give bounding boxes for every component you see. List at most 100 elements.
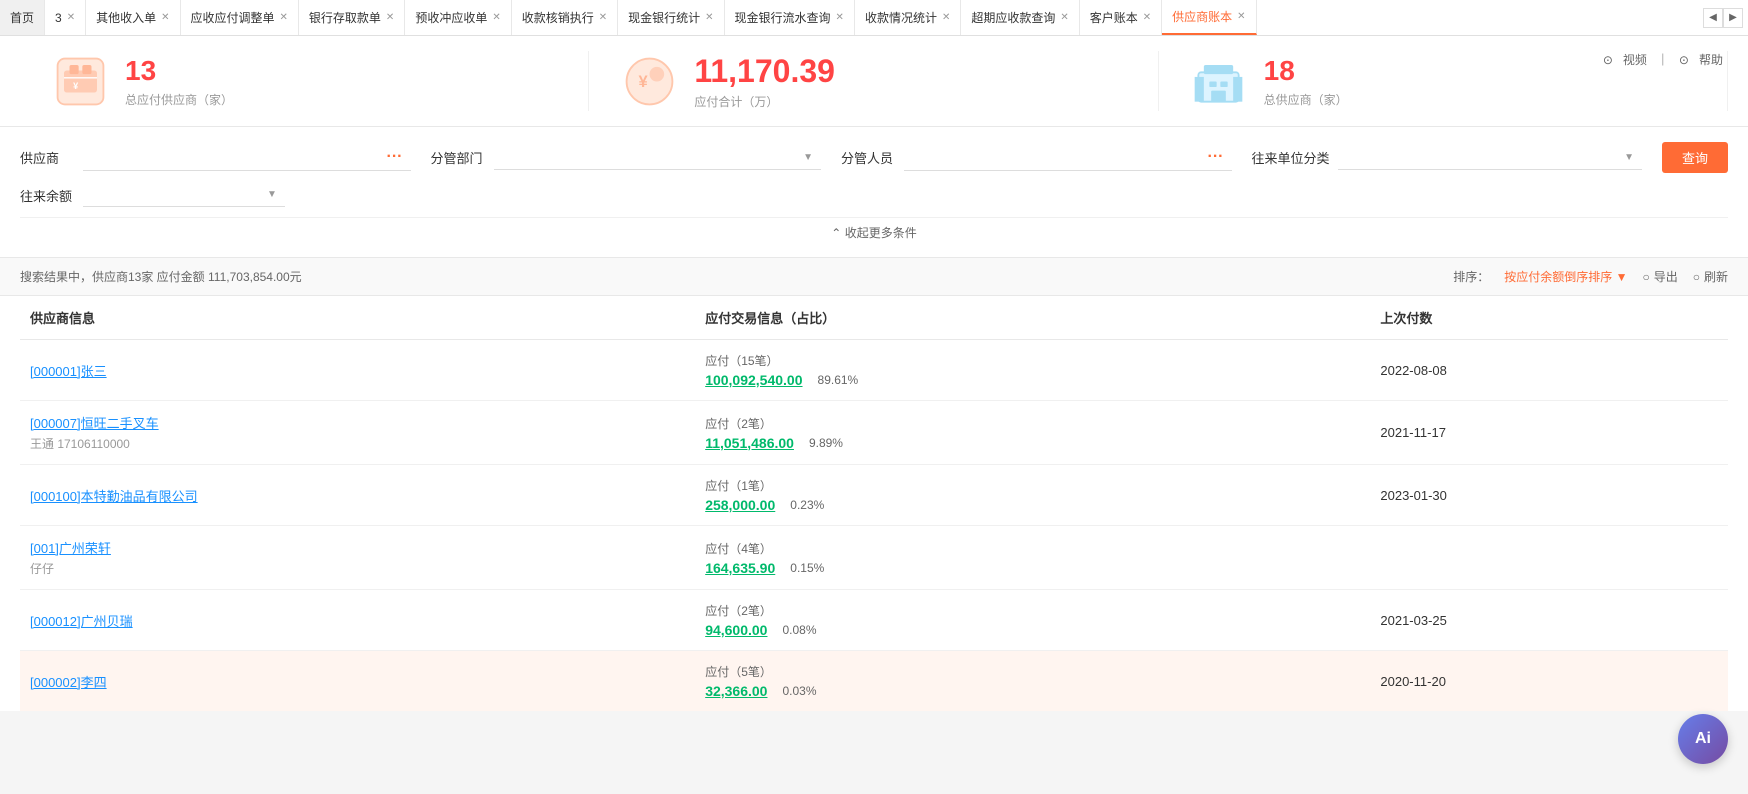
supplier-cell-1: [000007]恒旺二手叉车 王通 17106110000 [30,413,705,452]
trans-percent-5: 0.03% [782,684,816,698]
close-icon[interactable]: ✕ [386,12,394,23]
trans-amount-0[interactable]: 100,092,540.00 [705,372,802,388]
nav-item-3[interactable]: 3 ✕ [45,0,86,35]
last-payment-cell-5: 2020-11-20 [1380,674,1718,689]
video-link[interactable]: 视频 [1623,51,1647,68]
trans-row-0: 100,092,540.00 89.61% [705,372,1380,388]
payable-total-icon: ¥ [619,51,679,111]
nav-item-ar-ap-adjust[interactable]: 应收应付调整单 ✕ [181,0,299,35]
table-row: [001]广州荣轩 仔仔 应付（4笔） 164,635.90 0.15% [20,526,1728,590]
stat-suppliers-info: 18 总供应商（家） [1264,54,1348,108]
balance-select-wrapper[interactable]: ▼ [83,183,285,207]
close-icon[interactable]: ✕ [1060,12,1068,23]
close-icon[interactable]: ✕ [599,12,607,23]
person-dots[interactable]: ··· [1208,148,1224,166]
sort-area: 排序： 按应付余额倒序排序 ▼ ○ 导出 ○ 刷新 [1453,268,1728,285]
nav-item-bank-deposit[interactable]: 银行存取款单 ✕ [299,0,405,35]
nav-next-btn[interactable]: ▶ [1723,8,1743,28]
help-link[interactable]: 帮助 [1699,51,1723,68]
nav-item-cash-flow-query[interactable]: 现金银行流水查询 ✕ [725,0,855,35]
nav-label-3: 3 [55,11,62,25]
trans-row-2: 258,000.00 0.23% [705,497,1380,513]
separator: ｜ [1657,51,1669,68]
nav-item-collection-verify[interactable]: 收款核销执行 ✕ [512,0,618,35]
table-header: 供应商信息 应付交易信息（占比） 上次付数 [20,296,1728,340]
stat-payable-suppliers: ¥ 13 总应付供应商（家） [20,51,589,111]
nav-item-overdue-query[interactable]: 超期应收款查询 ✕ [961,0,1079,35]
ai-button[interactable]: Ai [1678,714,1728,764]
nav-item-customer-ledger[interactable]: 客户账本 ✕ [1080,0,1162,35]
export-icon: ○ [1642,270,1649,284]
person-input[interactable] [912,150,1208,165]
supplier-name-0[interactable]: [000001]张三 [30,361,705,380]
nav-label-ar-ap-adjust: 应收应付调整单 [191,9,275,26]
payable-suppliers-icon: ¥ [50,51,110,111]
trans-amount-1[interactable]: 11,051,486.00 [705,435,794,451]
category-select-wrapper[interactable]: ▼ [1338,146,1642,170]
collapse-btn[interactable]: ⌃ 收起更多条件 [20,217,1728,247]
close-icon[interactable]: ✕ [1143,12,1151,23]
supplier-input[interactable] [91,150,387,165]
last-payment-cell-0: 2022-08-08 [1380,363,1718,378]
trans-amount-4[interactable]: 94,600.00 [705,622,767,638]
supplier-name-1[interactable]: [000007]恒旺二手叉车 [30,413,705,432]
trans-percent-0: 89.61% [818,373,859,387]
last-payment-0: 2022-08-08 [1380,363,1447,378]
nav-label-prepay-offset: 预收冲应收单 [415,9,487,26]
nav-label-collection-verify: 收款核销执行 [522,9,594,26]
trans-row-3: 164,635.90 0.15% [705,560,1380,576]
nav-item-cash-bank-stats[interactable]: 现金银行统计 ✕ [618,0,724,35]
close-icon[interactable]: ✕ [280,12,288,23]
person-label: 分管人员 [841,148,896,167]
total-suppliers-icon [1189,51,1249,111]
filter-row-1: 供应商 ··· 分管部门 ▼ 分管人员 ··· [20,142,1728,173]
filter-section: 供应商 ··· 分管部门 ▼ 分管人员 ··· [0,127,1748,258]
supplier-name-4[interactable]: [000012]广州贝瑞 [30,611,705,630]
supplier-name-2[interactable]: [000100]本特勤油品有限公司 [30,486,705,505]
query-button[interactable]: 查询 [1662,142,1728,173]
dept-input[interactable] [502,150,804,165]
supplier-sub-3: 仔仔 [30,560,705,577]
trans-amount-2[interactable]: 258,000.00 [705,497,775,513]
dept-label: 分管部门 [431,148,486,167]
nav-item-prepay-offset[interactable]: 预收冲应收单 ✕ [405,0,511,35]
supplier-cell-0: [000001]张三 [30,361,705,380]
close-icon[interactable]: ✕ [942,12,950,23]
close-icon[interactable]: ✕ [161,12,169,23]
last-payment-5: 2020-11-20 [1380,674,1446,689]
trans-label-4: 应付（2笔） [705,602,1380,619]
nav-prev-btn[interactable]: ◀ [1703,8,1723,28]
sort-value[interactable]: 按应付余额倒序排序 ▼ [1504,268,1627,285]
refresh-button[interactable]: ○ 刷新 [1693,268,1728,285]
supplier-name-5[interactable]: [000002]李四 [30,672,705,691]
supplier-dots[interactable]: ··· [387,148,403,166]
balance-input[interactable] [91,187,267,202]
nav-item-home[interactable]: 首页 [0,0,45,35]
supplier-name-3[interactable]: [001]广州荣轩 [30,538,705,557]
trans-amount-3[interactable]: 164,635.90 [705,560,775,576]
results-summary: 搜索结果中，供应商13家 应付金额 111,703,854.00元 [20,268,302,285]
trans-label-3: 应付（4笔） [705,540,1380,557]
nav-arrows: ◀ ▶ [1698,8,1748,28]
close-icon[interactable]: ✕ [836,12,844,23]
stat-total-info: 11,170.39 应付合计（万） [694,52,835,110]
filter-supplier: 供应商 ··· [20,144,411,171]
dept-select-wrapper[interactable]: ▼ [494,146,822,170]
close-icon[interactable]: ✕ [67,12,75,23]
balance-label: 往来余额 [20,186,75,205]
trans-percent-2: 0.23% [790,498,824,512]
category-input[interactable] [1346,150,1625,165]
close-icon[interactable]: ✕ [705,12,713,23]
trans-amount-5[interactable]: 32,366.00 [705,683,767,699]
collapse-up-icon: ⌃ [831,226,841,240]
nav-item-other-income[interactable]: 其他收入单 ✕ [86,0,180,35]
balance-dropdown-arrow: ▼ [267,189,277,200]
nav-item-supplier-ledger[interactable]: 供应商账本 ✕ [1162,0,1256,35]
transaction-cell-0: 应付（15笔） 100,092,540.00 89.61% [705,352,1380,388]
stat-payable-total: ¥ 11,170.39 应付合计（万） [589,51,1158,111]
table-row: [000002]李四 应付（5笔） 32,366.00 0.03% 2020-1… [20,651,1728,711]
close-icon[interactable]: ✕ [1237,11,1245,22]
close-icon[interactable]: ✕ [492,12,500,23]
nav-item-collection-stats[interactable]: 收款情况统计 ✕ [855,0,961,35]
export-button[interactable]: ○ 导出 [1642,268,1677,285]
